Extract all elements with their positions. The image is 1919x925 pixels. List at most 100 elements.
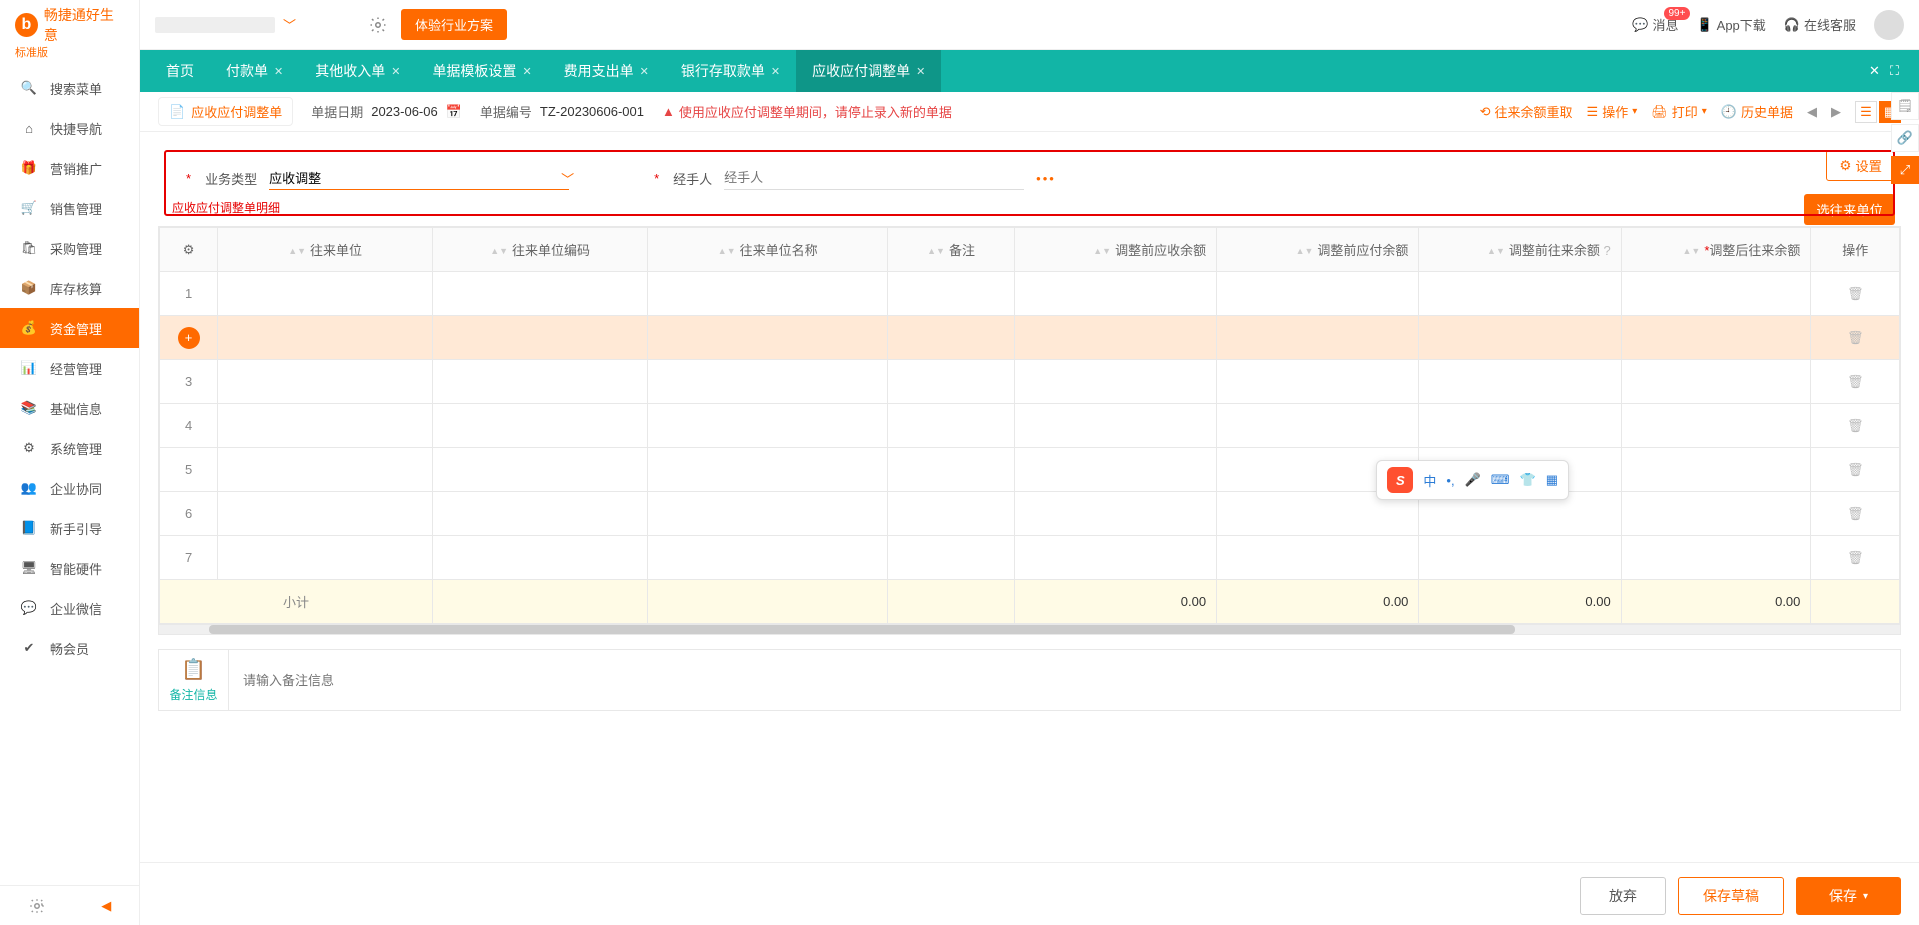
- chevron-down-icon[interactable]: ﹀: [561, 169, 574, 188]
- sidebar-item-book[interactable]: 📚基础信息: [0, 388, 139, 428]
- ime-grid-icon[interactable]: ▦: [1546, 472, 1558, 488]
- rail-note-icon[interactable]: 🗒: [1891, 92, 1919, 120]
- ime-lang[interactable]: 中: [1423, 471, 1436, 490]
- delete-row-button[interactable]: 🗑: [1811, 536, 1900, 580]
- next-icon[interactable]: ▶: [1831, 104, 1841, 120]
- col-unit[interactable]: ▲▼往来单位: [218, 228, 433, 272]
- sidebar-item-sys[interactable]: ⚙系统管理: [0, 428, 139, 468]
- col-gear[interactable]: ⚙: [160, 228, 218, 272]
- sidebar-item-hw[interactable]: 🖥智能硬件: [0, 548, 139, 588]
- box-icon: 📦: [20, 279, 38, 297]
- close-icon[interactable]: ✕: [522, 65, 531, 78]
- col-pre-ap[interactable]: ▲▼调整前应付余额: [1217, 228, 1419, 272]
- delete-row-button[interactable]: 🗑: [1811, 404, 1900, 448]
- table-row[interactable]: 7🗑: [160, 536, 1900, 580]
- tab-0[interactable]: 首页: [150, 50, 210, 92]
- messages-button[interactable]: 💬 消息 99+: [1632, 15, 1678, 34]
- history-button[interactable]: 🕘历史单据: [1721, 102, 1793, 121]
- tab-close-all[interactable]: ✕: [1869, 63, 1880, 79]
- sidebar-item-label: 基础信息: [50, 399, 102, 418]
- settings-icon[interactable]: [28, 897, 46, 915]
- prev-icon[interactable]: ◀: [1807, 104, 1817, 120]
- collapse-icon[interactable]: ◀: [101, 898, 111, 914]
- remark-input[interactable]: [229, 650, 1900, 710]
- col-remark[interactable]: ▲▼备注: [888, 228, 1014, 272]
- col-post-bal[interactable]: ▲▼*调整后往来余额: [1621, 228, 1811, 272]
- rail-expand-icon[interactable]: ⤢: [1891, 156, 1919, 184]
- ime-shirt-icon[interactable]: 👕: [1520, 472, 1536, 488]
- sidebar-item-bag[interactable]: 🛍采购管理: [0, 228, 139, 268]
- sidebar-item-money[interactable]: 💰资金管理: [0, 308, 139, 348]
- view-list[interactable]: ☰: [1855, 101, 1877, 123]
- headset-icon: 🎧: [1784, 17, 1800, 33]
- sidebar-item-home[interactable]: ⌂快捷导航: [0, 108, 139, 148]
- avatar[interactable]: [1874, 10, 1904, 40]
- sidebar-item-guide[interactable]: 📘新手引导: [0, 508, 139, 548]
- sidebar-item-cart[interactable]: 🛒销售管理: [0, 188, 139, 228]
- save-draft-button[interactable]: 保存草稿: [1678, 877, 1784, 915]
- delete-row-button[interactable]: 🗑: [1811, 316, 1900, 360]
- h-scrollbar[interactable]: [159, 624, 1900, 634]
- sidebar-item-gift[interactable]: 🎁营销推广: [0, 148, 139, 188]
- tab-expand[interactable]: ⛶: [1890, 63, 1899, 79]
- delete-row-button[interactable]: 🗑: [1811, 272, 1900, 316]
- online-service[interactable]: 🎧 在线客服: [1784, 15, 1856, 34]
- sidebar-item-label: 系统管理: [50, 439, 102, 458]
- tab-4[interactable]: 费用支出单✕: [548, 50, 665, 92]
- col-pre-ar[interactable]: ▲▼调整前应收余额: [1014, 228, 1216, 272]
- sidebar-item-label: 库存核算: [50, 279, 102, 298]
- col-name[interactable]: ▲▼往来单位名称: [648, 228, 888, 272]
- calendar-icon[interactable]: 📅: [446, 104, 462, 120]
- gear-icon[interactable]: [369, 16, 387, 34]
- table-row[interactable]: +🗑: [160, 316, 1900, 360]
- close-icon[interactable]: ✕: [274, 65, 283, 78]
- reget-balance-button[interactable]: ⟲往来余额重取: [1480, 102, 1573, 121]
- table-row[interactable]: 6🗑: [160, 492, 1900, 536]
- close-icon[interactable]: ✕: [916, 65, 925, 78]
- handler-input[interactable]: [724, 166, 1024, 190]
- trial-button[interactable]: 体验行业方案: [401, 9, 507, 40]
- col-code[interactable]: ▲▼往来单位编码: [433, 228, 648, 272]
- discard-button[interactable]: 放弃: [1580, 877, 1666, 915]
- close-icon[interactable]: ✕: [391, 65, 400, 78]
- table-row[interactable]: 5🗑: [160, 448, 1900, 492]
- sidebar-item-box[interactable]: 📦 库存核算: [0, 268, 139, 308]
- doc-icon: 📄: [169, 104, 185, 120]
- sidebar-item-team[interactable]: 👥企业协同: [0, 468, 139, 508]
- tab-2[interactable]: 其他收入单✕: [299, 50, 416, 92]
- list-icon: ☰: [1587, 104, 1599, 120]
- save-button[interactable]: 保存▾: [1796, 877, 1901, 915]
- delete-row-button[interactable]: 🗑: [1811, 360, 1900, 404]
- sidebar-item-vip[interactable]: ✔畅会员: [0, 628, 139, 668]
- tab-1[interactable]: 付款单✕: [210, 50, 299, 92]
- col-pre-bal[interactable]: ▲▼调整前往来余额 ?: [1419, 228, 1621, 272]
- sidebar-item-search[interactable]: 🔍搜索菜单: [0, 68, 139, 108]
- tab-6[interactable]: 应收应付调整单✕: [796, 50, 941, 92]
- rail-attach-icon[interactable]: 🔗: [1891, 124, 1919, 152]
- handler-more-icon[interactable]: •••: [1036, 171, 1056, 186]
- ime-mic-icon[interactable]: 🎤: [1465, 472, 1481, 488]
- delete-row-button[interactable]: 🗑: [1811, 448, 1900, 492]
- ime-toolbar[interactable]: S 中 •, 🎤 ⌨ 👕 ▦: [1376, 460, 1569, 500]
- tabs: 首页付款单✕其他收入单✕单据模板设置✕费用支出单✕银行存取款单✕应收应付调整单✕…: [140, 50, 1919, 92]
- sidebar-item-wx[interactable]: 💬企业微信: [0, 588, 139, 628]
- ime-keyboard-icon[interactable]: ⌨: [1491, 472, 1510, 488]
- add-row-button[interactable]: +: [178, 327, 200, 349]
- team-icon: 👥: [20, 479, 38, 497]
- print-dropdown[interactable]: 🖨打印▾: [1651, 102, 1707, 121]
- sidebar-item-doc[interactable]: 📊经营管理: [0, 348, 139, 388]
- tab-5[interactable]: 银行存取款单✕: [665, 50, 796, 92]
- ops-dropdown[interactable]: ☰操作▾: [1587, 102, 1638, 121]
- close-icon[interactable]: ✕: [640, 65, 649, 78]
- table-row[interactable]: 3🗑: [160, 360, 1900, 404]
- table-row[interactable]: 4🗑: [160, 404, 1900, 448]
- app-download[interactable]: 📱 App下载: [1696, 15, 1765, 34]
- ime-punct-icon[interactable]: •,: [1446, 473, 1454, 488]
- company-select[interactable]: ﹀: [155, 15, 355, 34]
- delete-row-button[interactable]: 🗑: [1811, 492, 1900, 536]
- tab-3[interactable]: 单据模板设置✕: [416, 50, 547, 92]
- sidebar-item-label: 智能硬件: [50, 559, 102, 578]
- biz-type-input[interactable]: [269, 166, 569, 190]
- table-row[interactable]: 1🗑: [160, 272, 1900, 316]
- close-icon[interactable]: ✕: [771, 65, 780, 78]
